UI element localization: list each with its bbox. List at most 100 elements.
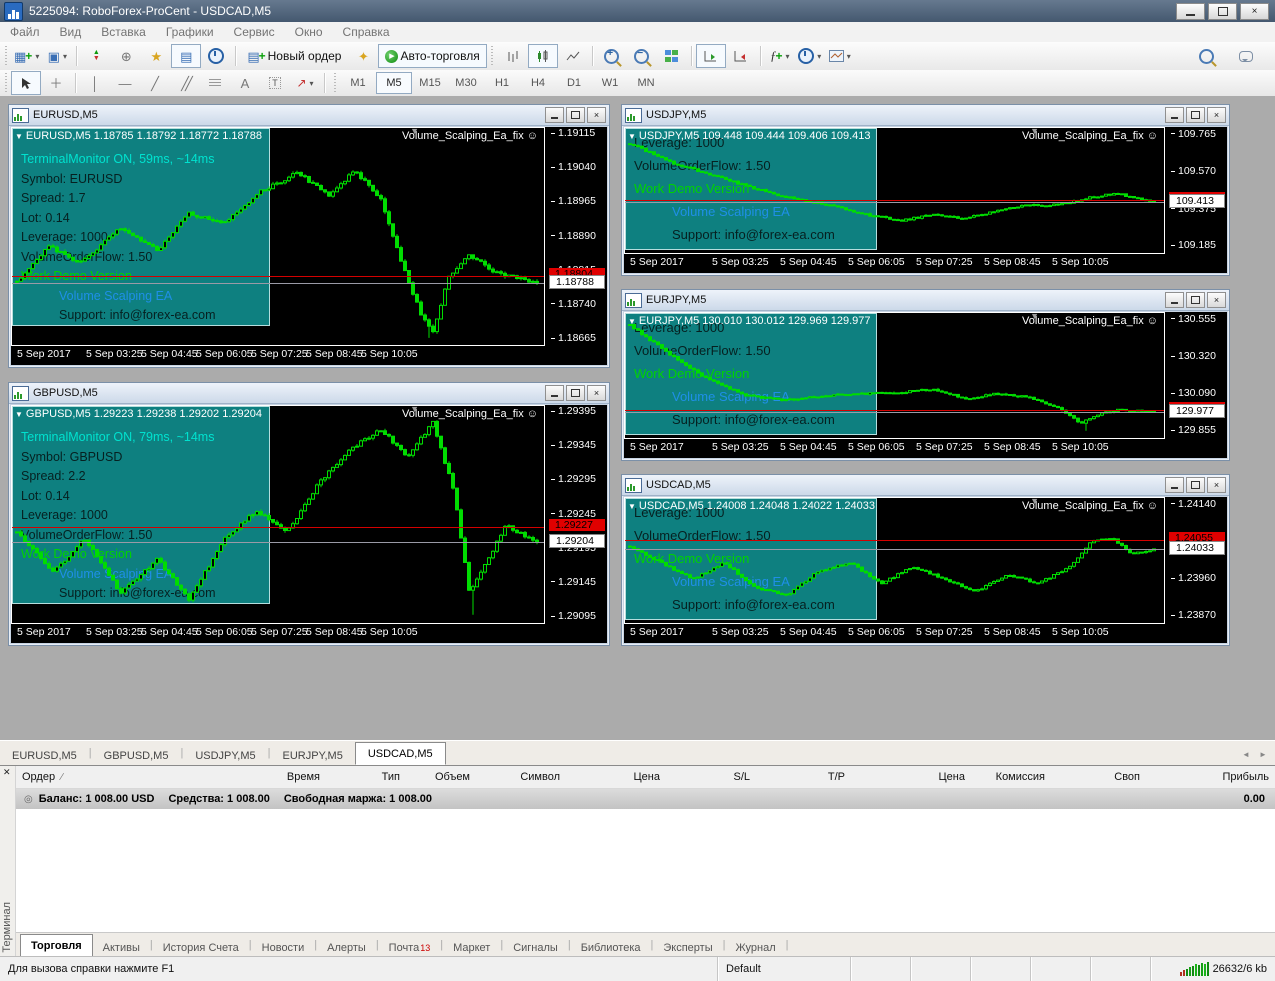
search-button[interactable]	[1191, 44, 1221, 68]
arrows-tool-button[interactable]: ↗ ▾	[290, 71, 320, 95]
menu-Вставка[interactable]: Вставка	[91, 22, 156, 42]
chart-plot[interactable]: Leverage: 1000 VolumeOrderFlow: 1.50 Work …	[624, 312, 1165, 439]
vertical-line-tool-button[interactable]: │	[80, 71, 110, 95]
terminal-tab-почта[interactable]: Почта 13	[379, 939, 441, 957]
terminal-tab-история-счета[interactable]: История Счета	[153, 939, 249, 957]
chart-window-titlebar[interactable]: EURJPY,M5 ×	[622, 290, 1229, 311]
terminal-tab-библиотека[interactable]: Библиотека	[571, 939, 651, 957]
chart-minimize-button[interactable]	[545, 107, 564, 123]
column-header-время[interactable]: Время	[256, 771, 326, 783]
menu-Окно[interactable]: Окно	[285, 22, 333, 42]
navigator-button[interactable]: ⊕	[111, 44, 141, 68]
column-header-тип[interactable]: Тип	[326, 771, 406, 783]
chart-tab-usdjpy[interactable]: USDJPY,M5	[183, 746, 267, 765]
indicators-button[interactable]: ƒ + ▾	[765, 44, 795, 68]
menu-Вид[interactable]: Вид	[50, 22, 92, 42]
line-chart-type-button[interactable]	[558, 44, 588, 68]
column-header-прибыль[interactable]: Прибыль	[1146, 771, 1275, 783]
chart-restore-button[interactable]	[1186, 477, 1205, 493]
chart-window-titlebar[interactable]: USDJPY,M5 ×	[622, 105, 1229, 126]
zoom-out-button[interactable]: −	[627, 44, 657, 68]
terminal-tab-новости[interactable]: Новости	[252, 939, 315, 957]
timeframe-M15[interactable]: M15	[412, 72, 448, 94]
price-scale[interactable]: 1.293951.293451.292951.292451.291951.291…	[549, 405, 607, 624]
price-scale[interactable]: 109.765109.570109.375109.185109.424109.4…	[1169, 127, 1227, 254]
channel-tool-button[interactable]: ╱╱	[170, 71, 200, 95]
zoom-in-button[interactable]: +	[597, 44, 627, 68]
chart-window-usdcad[interactable]: USDCAD,M5 × Leverage: 1000 VolumeOrderFlo…	[621, 474, 1230, 646]
cursor-tool-button[interactable]	[11, 71, 41, 95]
chart-minimize-button[interactable]	[1165, 107, 1184, 123]
statusbar-profile[interactable]: Default	[718, 957, 851, 981]
column-header-комиссия[interactable]: Комиссия	[971, 771, 1051, 783]
chart-plot[interactable]: TerminalMonitor ON, 79ms, ~14ms Symbol: G…	[11, 405, 545, 624]
periods-button[interactable]: ▾	[795, 44, 825, 68]
tabs-scroll-left-button[interactable]: ◄	[1238, 746, 1254, 762]
timeframe-D1[interactable]: D1	[556, 72, 592, 94]
new-chart-button[interactable]: ▦ + ▾	[11, 44, 42, 68]
terminal-tab-маркет[interactable]: Маркет	[443, 939, 500, 957]
fibonacci-tool-button[interactable]	[200, 71, 230, 95]
trendline-tool-button[interactable]: ╱	[140, 71, 170, 95]
column-header-символ[interactable]: Символ	[476, 771, 566, 783]
time-scale[interactable]: 5 Sep 2017 5 Sep 03:25 5 Sep 04:45 5 Sep 06…	[11, 624, 603, 641]
chart-close-button[interactable]: ×	[587, 107, 606, 123]
templates-button[interactable]: ▾	[825, 44, 855, 68]
new-order-button[interactable]: ▤ + Новый ордер	[240, 44, 348, 68]
chart-restore-button[interactable]	[1186, 292, 1205, 308]
chart-tab-eurusd[interactable]: EURUSD,M5	[0, 746, 89, 765]
tile-windows-button[interactable]	[657, 44, 687, 68]
menu-Сервис[interactable]: Сервис	[224, 22, 285, 42]
strategy-tester-button[interactable]	[201, 44, 231, 68]
column-header-order[interactable]: Ордер ∕	[16, 771, 256, 783]
timeframe-M1[interactable]: M1	[340, 72, 376, 94]
price-scale[interactable]: 1.241401.240501.239601.238701.240551.240…	[1169, 497, 1227, 624]
chart-tab-usdcad[interactable]: USDCAD,M5	[354, 742, 446, 765]
chart-minimize-button[interactable]	[1165, 477, 1184, 493]
chart-tab-gbpusd[interactable]: GBPUSD,M5	[92, 746, 181, 765]
chart-plot[interactable]: TerminalMonitor ON, 59ms, ~14ms Symbol: E…	[11, 127, 545, 346]
chart-close-button[interactable]: ×	[587, 385, 606, 401]
time-scale[interactable]: 5 Sep 2017 5 Sep 03:25 5 Sep 04:45 5 Sep 06…	[624, 439, 1223, 456]
chart-window-gbpusd[interactable]: GBPUSD,M5 × TerminalMonitor ON, 79ms, ~1…	[8, 382, 610, 646]
chart-window-titlebar[interactable]: EURUSD,M5 ×	[9, 105, 609, 126]
time-scale[interactable]: 5 Sep 2017 5 Sep 03:25 5 Sep 04:45 5 Sep 06…	[624, 624, 1223, 641]
menu-Графики[interactable]: Графики	[156, 22, 224, 42]
timeframe-MN[interactable]: MN	[628, 72, 664, 94]
chart-shift-button[interactable]	[726, 44, 756, 68]
terminal-tab-сигналы[interactable]: Сигналы	[503, 939, 568, 957]
time-scale[interactable]: 5 Sep 2017 5 Sep 03:25 5 Sep 04:45 5 Sep 06…	[11, 346, 603, 363]
text-tool-button[interactable]: A	[230, 71, 260, 95]
timeframe-M30[interactable]: M30	[448, 72, 484, 94]
chart-plot[interactable]: Leverage: 1000 VolumeOrderFlow: 1.50 Work …	[624, 497, 1165, 624]
favorites-button[interactable]: ★	[141, 44, 171, 68]
restore-button[interactable]	[1208, 2, 1237, 20]
chart-close-button[interactable]: ×	[1207, 292, 1226, 308]
chart-close-button[interactable]: ×	[1207, 477, 1226, 493]
text-label-tool-button[interactable]: T	[260, 71, 290, 95]
column-header-объем[interactable]: Объем	[406, 771, 476, 783]
market-watch-button[interactable]: ▲ ▼	[81, 44, 111, 68]
menu-Файл[interactable]: Файл	[0, 22, 50, 42]
terminal-toggle-button[interactable]: ▤	[171, 44, 202, 68]
menu-Справка[interactable]: Справка	[333, 22, 400, 42]
time-scale[interactable]: 5 Sep 2017 5 Sep 03:25 5 Sep 04:45 5 Sep 06…	[624, 254, 1223, 271]
metaeditor-button[interactable]: ✦	[348, 44, 378, 68]
chart-minimize-button[interactable]	[1165, 292, 1184, 308]
titlebar[interactable]: 5225094: RoboForex-ProCent - USDCAD,M5 ×	[0, 0, 1275, 22]
terminal-tab-торговля[interactable]: Торговля	[20, 934, 93, 957]
timeframe-H1[interactable]: H1	[484, 72, 520, 94]
chart-window-titlebar[interactable]: GBPUSD,M5 ×	[9, 383, 609, 404]
minimize-button[interactable]	[1176, 2, 1205, 20]
timeframe-H4[interactable]: H4	[520, 72, 556, 94]
chart-restore-button[interactable]	[1186, 107, 1205, 123]
chart-window-eurusd[interactable]: EURUSD,M5 × TerminalMonitor ON, 59ms, ~1…	[8, 104, 610, 368]
auto-scroll-button[interactable]	[695, 44, 726, 68]
chart-close-button[interactable]: ×	[1207, 107, 1226, 123]
price-scale[interactable]: 1.191151.190401.189651.188901.188151.187…	[549, 127, 607, 346]
community-button[interactable]	[1231, 44, 1261, 68]
column-header-sl[interactable]: S/L	[666, 771, 756, 783]
column-header-tp[interactable]: T/P	[756, 771, 851, 783]
orders-table-body[interactable]	[16, 809, 1275, 932]
terminal-tab-эксперты[interactable]: Эксперты	[653, 939, 722, 957]
